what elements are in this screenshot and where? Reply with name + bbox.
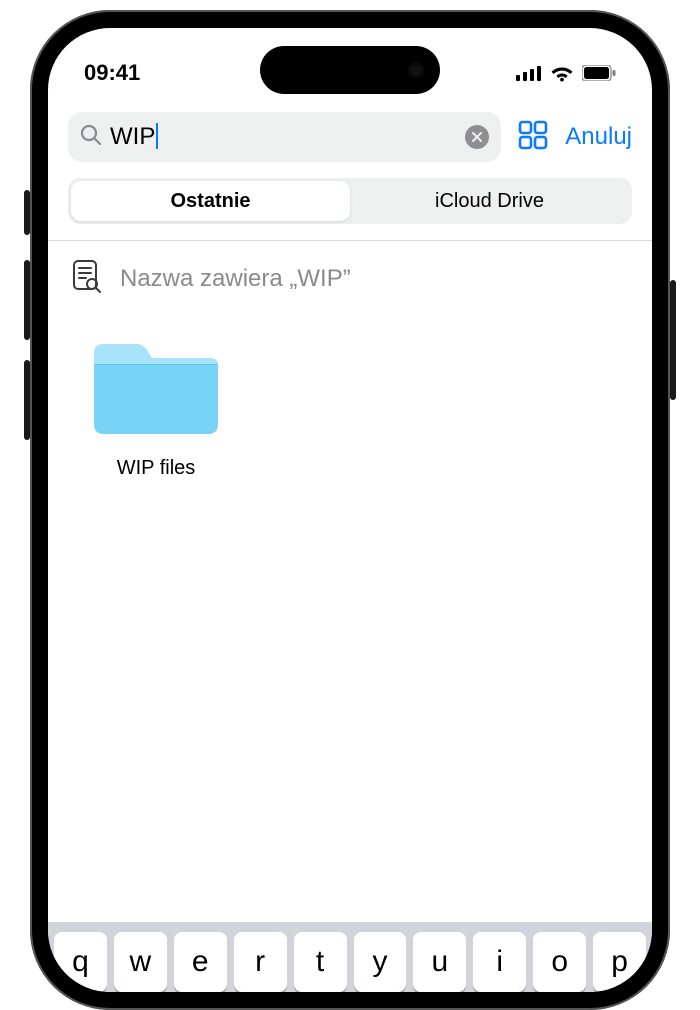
- scope-icloud[interactable]: iCloud Drive: [350, 181, 629, 221]
- side-button: [24, 190, 30, 235]
- status-time: 09:41: [84, 60, 140, 86]
- key-p[interactable]: p: [593, 932, 646, 992]
- status-right: [516, 64, 616, 82]
- search-field[interactable]: WIP: [68, 112, 501, 162]
- key-y[interactable]: y: [354, 932, 407, 992]
- cancel-button[interactable]: Anuluj: [565, 123, 632, 151]
- screen: 09:41 WIP: [48, 28, 652, 992]
- key-o[interactable]: o: [533, 932, 586, 992]
- key-w[interactable]: w: [114, 932, 167, 992]
- dynamic-island: [260, 46, 440, 94]
- volume-up-button: [24, 260, 30, 340]
- results-grid: WIP files: [48, 304, 652, 508]
- search-icon: [80, 124, 102, 151]
- power-button: [670, 280, 676, 400]
- text-caret: [156, 123, 158, 149]
- battery-icon: [582, 65, 616, 81]
- key-q[interactable]: q: [54, 932, 107, 992]
- phone-frame: 09:41 WIP: [30, 10, 670, 1010]
- keyboard: q w e r t y u i o p: [48, 922, 652, 992]
- search-bar-row: WIP Anuluj: [48, 100, 652, 172]
- key-u[interactable]: u: [413, 932, 466, 992]
- folder-icon: [86, 332, 226, 447]
- suggestion-text: Nazwa zawiera „WIP”: [120, 265, 351, 293]
- key-t[interactable]: t: [294, 932, 347, 992]
- key-r[interactable]: r: [234, 932, 287, 992]
- wifi-icon: [550, 64, 574, 82]
- search-input[interactable]: WIP: [110, 123, 457, 151]
- scope-recent[interactable]: Ostatnie: [71, 181, 350, 221]
- search-suggestion[interactable]: Nazwa zawiera „WIP”: [48, 241, 652, 304]
- key-i[interactable]: i: [473, 932, 526, 992]
- view-mode-button[interactable]: [517, 119, 549, 156]
- search-value: WIP: [110, 123, 155, 150]
- folder-item[interactable]: WIP files: [76, 332, 236, 480]
- volume-down-button: [24, 360, 30, 440]
- folder-label: WIP files: [117, 457, 196, 480]
- scope-segmented-control: Ostatnie iCloud Drive: [68, 178, 632, 224]
- key-e[interactable]: e: [174, 932, 227, 992]
- document-search-icon: [72, 259, 102, 298]
- clear-button[interactable]: [465, 125, 489, 149]
- signal-icon: [516, 65, 542, 81]
